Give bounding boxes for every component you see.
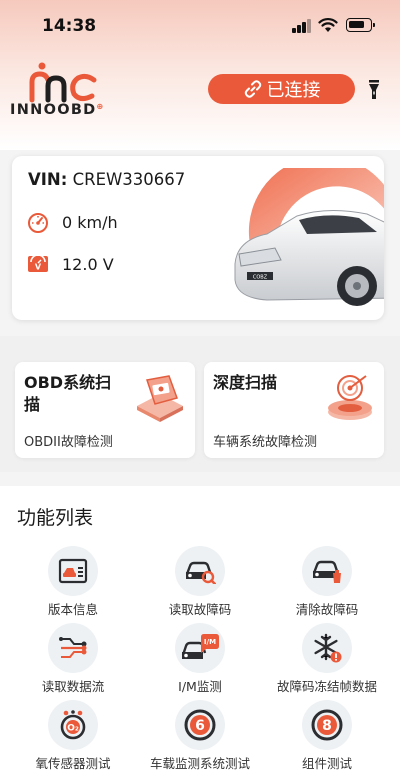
func-im-monitor[interactable]: I/M I/M监测 (135, 623, 265, 695)
obd-scan-subtitle: OBDII故障检测 (24, 435, 113, 450)
svg-text:8: 8 (322, 718, 332, 734)
wifi-icon (318, 18, 338, 32)
svg-text:O₂: O₂ (67, 724, 79, 734)
logo-text: INNOOBD⊕ (10, 102, 105, 118)
speed-value: 0 km/h (62, 212, 118, 232)
obd-scan-title: OBD系统扫描 (24, 373, 112, 414)
svg-text:V: V (35, 263, 42, 272)
func-clear-codes[interactable]: 清除故障码 (262, 546, 392, 618)
func-freeze-frame-label: 故障码冻结帧数据 (276, 679, 377, 694)
component-test-icon: 8 (302, 700, 352, 750)
vin-label: VIN: (28, 170, 68, 189)
func-component-test-label: 组件测试 (301, 756, 352, 771)
function-list-section: 功能列表 版本信息 读取故障码 清除故障码 读取数据流 I/M I/M监测 故障… (0, 486, 400, 779)
battery-voltage-icon: V (28, 254, 48, 272)
deep-scan-icon (328, 375, 372, 420)
func-data-stream[interactable]: 读取数据流 (8, 623, 138, 695)
voltage-value: 12.0 V (62, 254, 114, 274)
scan-section: OBD系统扫描 OBDII故障检测 深度扫描 车辆系统故障检测 (0, 336, 400, 472)
cellular-signal-icon (292, 19, 314, 33)
func-data-stream-label: 读取数据流 (41, 679, 105, 694)
deep-scan-subtitle: 车辆系统故障检测 (213, 435, 318, 450)
func-component-test[interactable]: 8 组件测试 (262, 700, 392, 772)
speed-row: 0 km/h (26, 210, 118, 234)
connection-status-label: 已连接 (266, 80, 321, 101)
read-codes-icon (175, 546, 225, 596)
freeze-frame-icon (302, 623, 352, 673)
function-list-title: 功能列表 (17, 507, 94, 529)
func-version-info-label: 版本信息 (47, 602, 98, 617)
data-stream-icon (48, 623, 98, 673)
deep-scan-title: 深度扫描 (213, 373, 278, 392)
func-freeze-frame[interactable]: 故障码冻结帧数据 (262, 623, 392, 695)
func-read-codes-label: 读取故障码 (168, 602, 232, 617)
svg-text:6: 6 (195, 718, 205, 734)
speedometer-icon (28, 213, 48, 233)
car-image: COBZ (234, 168, 384, 306)
func-version-info[interactable]: 版本信息 (8, 546, 138, 618)
func-clear-codes-label: 清除故障码 (295, 602, 359, 617)
voltage-row: V 12.0 V (26, 252, 114, 276)
vehicle-info-card[interactable]: VIN: CREW330667 0 km/h V 12.0 V COBZ (12, 156, 384, 320)
func-im-monitor-label: I/M监测 (178, 679, 222, 694)
vin-value: CREW330667 (72, 170, 186, 189)
connection-status-button[interactable]: 已连接 (208, 74, 355, 104)
flashlight-icon[interactable] (367, 78, 381, 102)
func-onboard-monitor[interactable]: 6 车载监测系统测试 (135, 700, 265, 772)
func-onboard-monitor-label: 车载监测系统测试 (149, 756, 250, 771)
battery-icon (346, 18, 375, 32)
vin-display: VIN: CREW330667 (28, 170, 185, 189)
clear-codes-icon (302, 546, 352, 596)
func-o2-sensor[interactable]: O₂ 氧传感器测试 (8, 700, 138, 772)
func-o2-sensor-label: 氧传感器测试 (35, 756, 111, 771)
obd-scan-card[interactable]: OBD系统扫描 OBDII故障检测 (15, 362, 195, 458)
link-icon (244, 80, 261, 98)
svg-text:COBZ: COBZ (253, 275, 268, 281)
onboard-monitor-icon: 6 (175, 700, 225, 750)
version-info-icon (48, 546, 98, 596)
deep-scan-card[interactable]: 深度扫描 车辆系统故障检测 (204, 362, 384, 458)
status-time: 14:38 (42, 16, 97, 36)
obd-scanner-icon (137, 375, 183, 422)
o2-sensor-icon: O₂ (48, 700, 98, 750)
im-monitor-icon: I/M (175, 623, 225, 673)
func-read-codes[interactable]: 读取故障码 (135, 546, 265, 618)
svg-text:I/M: I/M (204, 638, 216, 646)
status-bar: 14:38 (0, 0, 400, 52)
